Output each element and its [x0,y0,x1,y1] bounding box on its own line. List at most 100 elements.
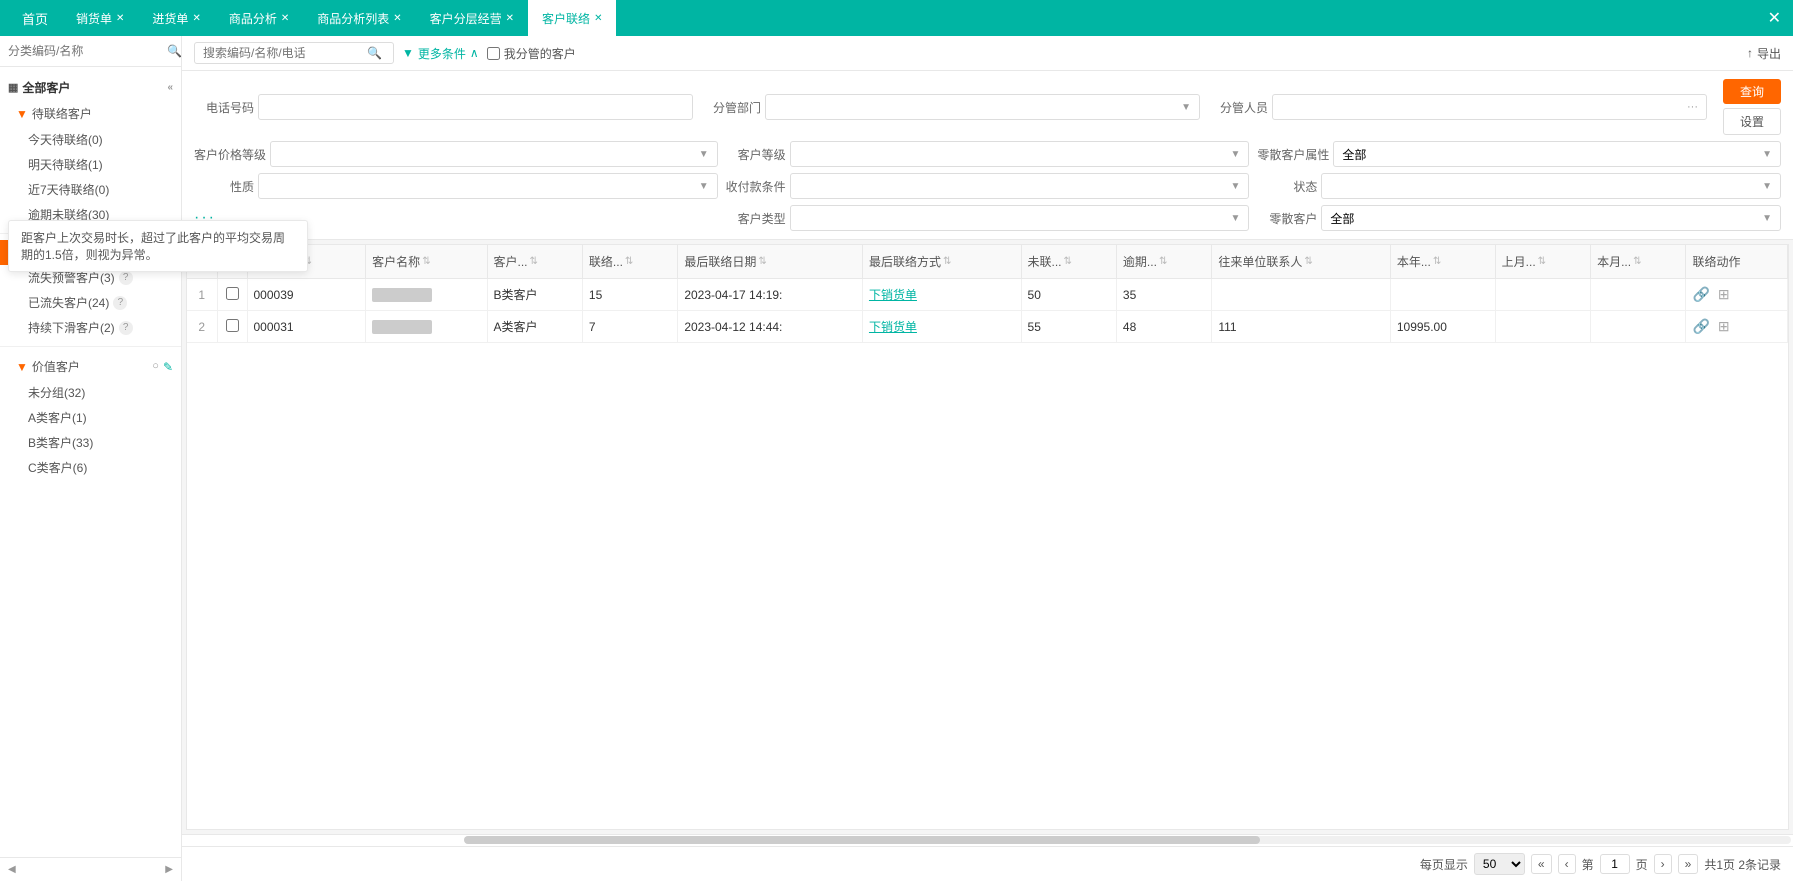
row1-actions: 🔗 ⊞ [1686,279,1788,311]
sidebar-item-today[interactable]: 今天待联络(0) [0,127,181,152]
circle-icon[interactable]: ○ [152,360,159,374]
price-chevron-icon: ▼ [699,149,709,160]
filter-retail-customer-select[interactable]: 全部 ▼ [1321,205,1781,231]
sidebar-collapse-icon[interactable]: « [167,82,173,93]
sidebar-search-input[interactable] [8,44,163,58]
horizontal-scrollbar[interactable] [182,834,1793,846]
row2-link-icon[interactable]: 🔗 [1692,318,1709,335]
row1-contact: 15 [582,279,677,311]
next-page-btn[interactable]: › [1654,854,1672,874]
last-month-sort-icon[interactable]: ⇅ [1538,256,1546,267]
filter-price-level: 客户价格等级 ▼ [194,141,718,167]
this-year-sort-icon[interactable]: ⇅ [1433,256,1441,267]
name-sort-icon[interactable]: ⇅ [422,256,430,267]
filter-phone-input[interactable] [258,94,693,120]
filter-status-select[interactable]: ▼ [1321,173,1781,199]
nav-customer-contact-close-icon[interactable]: ✕ [594,13,602,24]
sidebar-bottom-right-arrow[interactable]: ▶ [165,864,173,875]
overdue-sort-icon[interactable]: ⇅ [1159,256,1167,267]
row1-checkbox[interactable] [226,287,239,300]
current-page-input[interactable] [1600,854,1630,874]
last-contact-method-sort-icon[interactable]: ⇅ [943,256,951,267]
filter-customer-level-select[interactable]: ▼ [790,141,1250,167]
last-contact-date-sort-icon[interactable]: ⇅ [758,256,766,267]
nav-product-analysis[interactable]: 商品分析 ✕ [215,0,303,36]
nav-sales-order[interactable]: 销货单 ✕ [62,0,138,36]
grid-icon: ▦ [8,81,18,94]
query-button[interactable]: 查询 [1723,79,1781,104]
filter-manager-select[interactable]: ··· [1272,94,1707,120]
sidebar-item-declining[interactable]: 持续下滑客户(2) ? [0,315,181,340]
row1-name-blurred [372,288,432,302]
nav-sales-close-icon[interactable]: ✕ [116,13,124,24]
nav-customer-contact[interactable]: 客户联络 ✕ [528,0,616,36]
nav-customer-tier[interactable]: 客户分层经营 ✕ [416,0,528,36]
export-btn[interactable]: ↑ 导出 [1747,45,1781,62]
nav-home[interactable]: 首页 [8,0,62,36]
uncontacted-sort-icon[interactable]: ⇅ [1064,256,1072,267]
row2-this-month [1591,311,1686,343]
sidebar-item-unclassified[interactable]: 未分组(32) [0,380,181,405]
my-customers-checkbox-area: 我分管的客户 [487,45,576,62]
sidebar-item-7days[interactable]: 近7天待联络(0) [0,177,181,202]
this-month-sort-icon[interactable]: ⇅ [1633,256,1641,267]
search-icon[interactable]: 🔍 [367,46,382,60]
dept-chevron-icon: ▼ [1181,102,1191,113]
unit-contacts-sort-icon[interactable]: ⇅ [1304,256,1312,267]
row1-checkbox-cell [217,279,247,311]
row2-last-contact-method[interactable]: 下销货单 [862,311,1021,343]
sidebar-value-section-header[interactable]: ▼ 价值客户 ○ ✎ [0,353,181,380]
filter-payment-select[interactable]: ▼ [790,173,1250,199]
scroll-thumb[interactable] [464,836,1260,844]
search-input[interactable] [203,46,363,60]
nav-product-list-close-icon[interactable]: ✕ [393,13,401,24]
customer-type-sort-icon[interactable]: ⇅ [530,256,538,267]
nav-product-analysis-list[interactable]: 商品分析列表 ✕ [303,0,415,36]
row1-link-icon[interactable]: 🔗 [1692,286,1709,303]
prev-page-btn[interactable]: ‹ [1558,854,1576,874]
my-customers-checkbox[interactable] [487,47,500,60]
row2-grid-icon[interactable]: ⊞ [1718,318,1730,335]
nav-customer-tier-close-icon[interactable]: ✕ [506,13,514,24]
contact-sort-icon[interactable]: ⇅ [625,256,633,267]
row2-checkbox[interactable] [226,319,239,332]
sidebar-item-b-class[interactable]: B类客户(33) [0,430,181,455]
nav-purchase-close-icon[interactable]: ✕ [192,13,200,24]
main-layout: 🔍 ▦ 全部客户 « ▼ 待联络客户 今天待联络(0) 明天待联络(1) 近7天… [0,36,1793,881]
th-contact: 联络... ⇅ [582,245,677,279]
first-page-btn[interactable]: « [1531,854,1552,874]
row1-last-contact-method[interactable]: 下销货单 [862,279,1021,311]
arrow-down-icon2: ▼ [16,360,28,374]
more-conditions-btn[interactable]: ▼ 更多条件 ∧ [402,45,479,62]
filter-dept-select[interactable]: ▼ [765,94,1200,120]
sidebar-pending-section[interactable]: ▼ 待联络客户 [0,100,181,127]
page-size-select[interactable]: 50 100 [1474,853,1525,875]
sidebar-item-tomorrow[interactable]: 明天待联络(1) [0,152,181,177]
row1-grid-icon[interactable]: ⊞ [1718,286,1730,303]
nav-purchase-order[interactable]: 进货单 ✕ [138,0,214,36]
row2-last-contact-date: 2023-04-12 14:44: [678,311,863,343]
sidebar-search-icon[interactable]: 🔍 [167,44,182,58]
filter-customer-type-select[interactable]: ▼ [790,205,1250,231]
settings-button[interactable]: 设置 [1723,108,1781,135]
sidebar-bottom-left-arrow[interactable]: ◀ [8,864,16,875]
nav-product-analysis-close-icon[interactable]: ✕ [281,13,289,24]
row1-uncontacted: 50 [1021,279,1116,311]
th-this-month: 本月... ⇅ [1591,245,1686,279]
sidebar-all-customers[interactable]: ▦ 全部客户 « [0,75,181,100]
table-header-row: ⚙ 客户编码 ⇅ 客户名称 [187,245,1788,279]
edit-icon[interactable]: ✎ [163,360,173,374]
window-close-icon[interactable]: ✕ [1768,8,1781,28]
sidebar-item-churned[interactable]: 已流失客户(24) ? [0,290,181,315]
status-chevron-icon: ▼ [1762,181,1772,192]
filter-price-select[interactable]: ▼ [270,141,718,167]
filter-gender-select[interactable]: ▼ [258,173,718,199]
filter-manager: 分管人员 ··· [1208,94,1707,120]
th-this-year: 本年... ⇅ [1390,245,1495,279]
row2-name-blurred [372,320,432,334]
filter-retail-attr-select[interactable]: 全部 ▼ [1333,141,1781,167]
sidebar-item-a-class[interactable]: A类客户(1) [0,405,181,430]
row1-code: 000039 [247,279,366,311]
last-page-btn[interactable]: » [1678,854,1699,874]
sidebar-item-c-class[interactable]: C类客户(6) [0,455,181,480]
